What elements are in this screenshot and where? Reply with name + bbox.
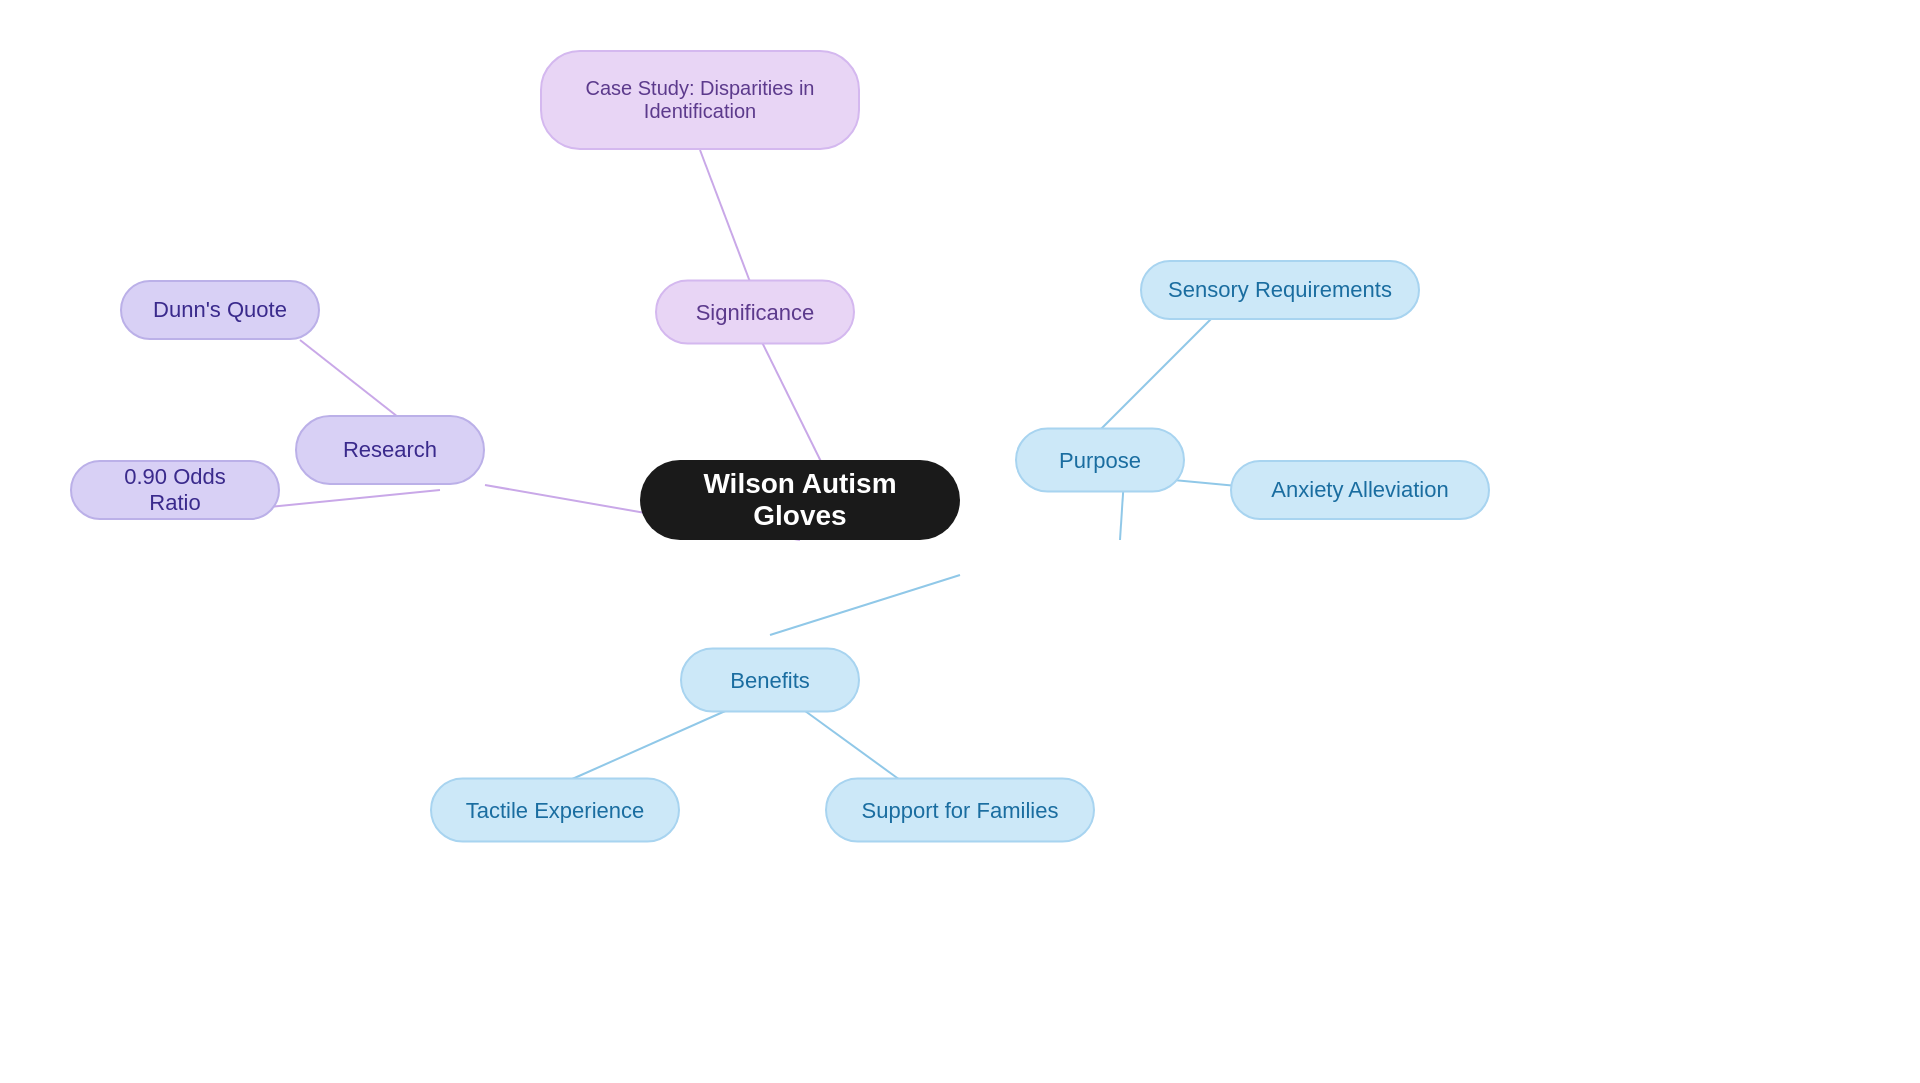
sensory-req-node[interactable]: Sensory Requirements (1140, 260, 1420, 320)
benefits-node[interactable]: Benefits (680, 648, 860, 713)
support-families-node[interactable]: Support for Families (825, 778, 1095, 843)
anxiety-node[interactable]: Anxiety Alleviation (1230, 460, 1490, 520)
svg-line-6 (700, 150, 755, 295)
significance-node[interactable]: Significance (655, 280, 855, 345)
purpose-node[interactable]: Purpose (1015, 428, 1185, 493)
mind-map-container: Wilson Autism Gloves Research Dunn's Quo… (0, 0, 1920, 1083)
case-study-node[interactable]: Case Study: Disparities in Identificatio… (540, 50, 860, 150)
center-node: Wilson Autism Gloves (640, 460, 960, 540)
dunns-quote-node[interactable]: Dunn's Quote (120, 280, 320, 340)
odds-ratio-node[interactable]: 0.90 Odds Ratio (70, 460, 280, 520)
svg-line-3 (770, 575, 960, 635)
research-node[interactable]: Research (295, 415, 485, 485)
connections-svg (0, 0, 1920, 1083)
tactile-node[interactable]: Tactile Experience (430, 778, 680, 843)
